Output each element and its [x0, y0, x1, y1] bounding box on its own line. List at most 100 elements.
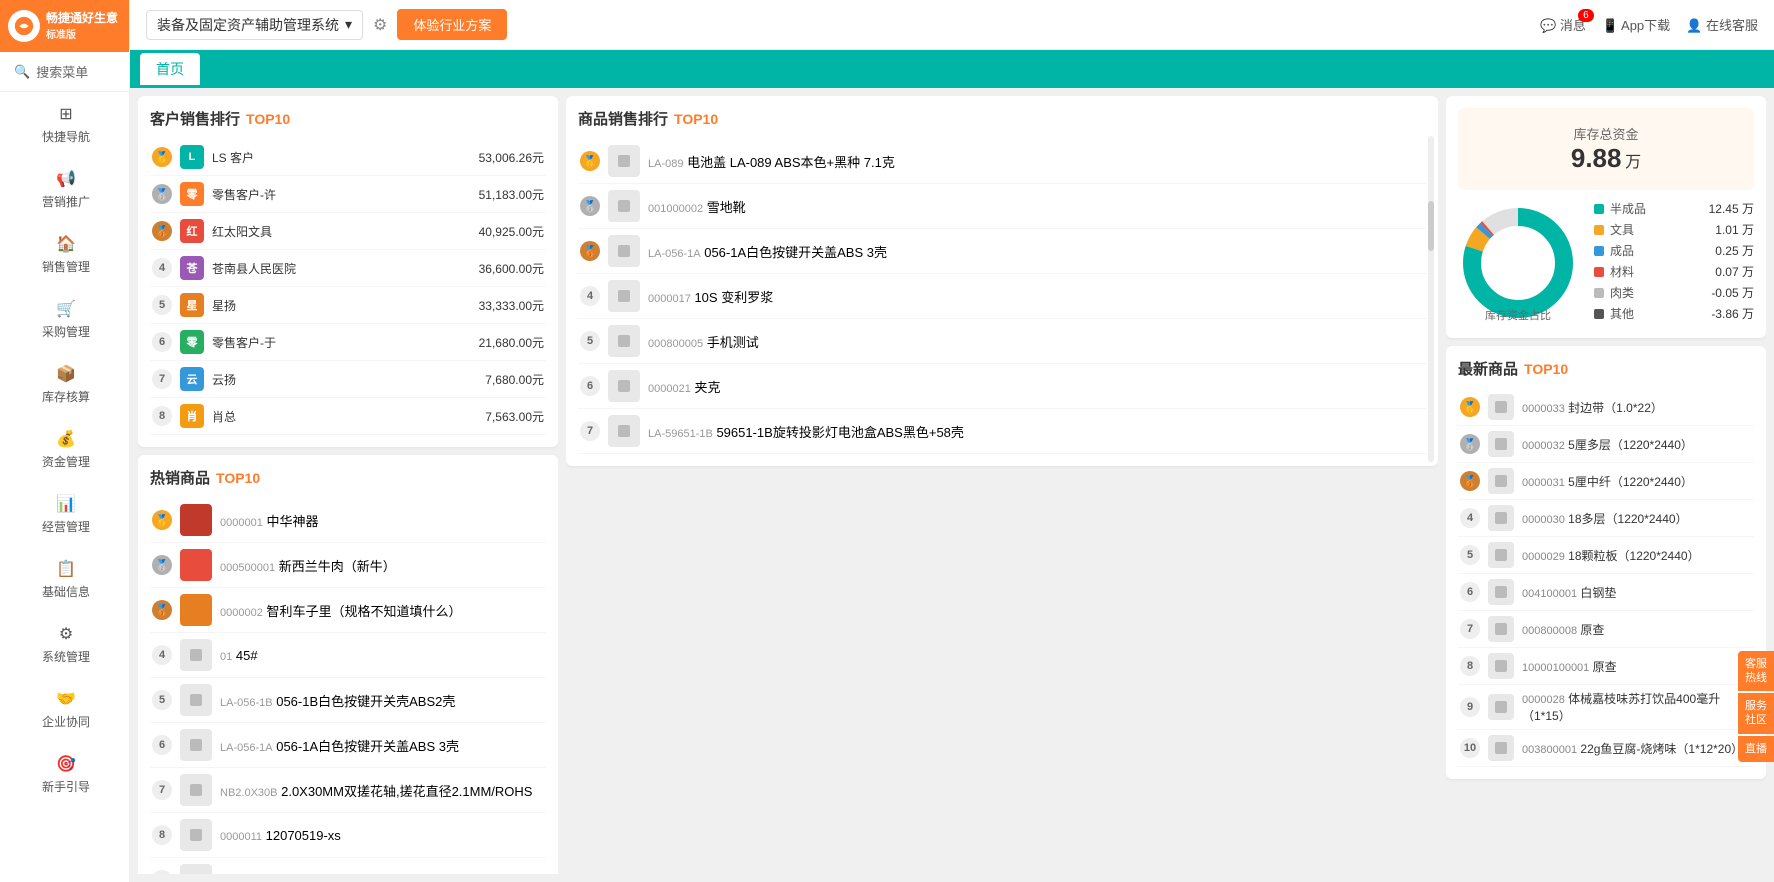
quick-nav-label: 快捷导航	[42, 128, 90, 145]
prod-icon-9	[180, 864, 212, 874]
sidebar-item-inventory[interactable]: 📦 库存核算	[0, 352, 129, 417]
sidebar-item-sales[interactable]: 🏠 销售管理	[0, 222, 129, 287]
np-info-6: 004100001 白钢垫	[1522, 584, 1752, 601]
donut-chart: 库存资金占比	[1458, 203, 1578, 323]
list-item: 7 LA-59651-1B 59651-1B旋转投影灯电池盒ABS黑色+58壳	[578, 409, 1426, 454]
app-download-label: App下载	[1621, 18, 1670, 33]
donut-chart-area: 库存资金占比 半成品 12.45 万 文具 1.01 万	[1458, 200, 1754, 326]
ps-rank-5: 5	[580, 331, 600, 351]
legend-list: 半成品 12.45 万 文具 1.01 万 成品 0.25 万	[1594, 200, 1754, 326]
prod-icon-7	[180, 774, 212, 806]
rank-item: 🥉 红 红太阳文具 40,925.00元	[150, 213, 546, 250]
scrollbar-thumb	[1428, 201, 1434, 251]
nav-items: ⊞ 快捷导航 📢 营销推广 🏠 销售管理 🛒 采购管理 📦 库存核算 💰 资金管…	[0, 92, 129, 882]
prod-img-1	[180, 504, 212, 536]
ps-rank-3: 🥉	[580, 241, 600, 261]
legend-dot-other	[1594, 309, 1604, 319]
list-item: 7 NB2.0X30B 2.0X30MM双搓花轴,搓花直径2.1MM/ROHS	[150, 768, 546, 813]
np-code-8: 10000100001	[1522, 662, 1589, 674]
rank-name-6: 零售客户-于	[212, 334, 471, 351]
ps-icon-4	[608, 280, 640, 312]
sidebar-item-finance[interactable]: 💰 资金管理	[0, 417, 129, 482]
ps-name-7: 59651-1B旋转投影灯电池盒ABS黑色+58壳	[716, 425, 963, 440]
list-item: 🥇 LA-089 电池盖 LA-089 ABS本色+黑种 7.1克	[578, 139, 1426, 184]
prod-icon-8	[180, 819, 212, 851]
np-name-3: 5厘中纤（1220*2440）	[1568, 475, 1693, 489]
list-item: 5 000800005 手机测试	[578, 319, 1426, 364]
ps-code-3: LA-056-1A	[648, 248, 701, 260]
sidebar-item-purchase[interactable]: 🛒 采购管理	[0, 287, 129, 352]
np-info-2: 0000032 5厘多层（1220*2440）	[1522, 436, 1752, 453]
prod-name-5: 056-1B白色按键开关壳ABS2壳	[276, 694, 455, 709]
list-item: 🥈 001000002 雪地靴	[578, 184, 1426, 229]
system-name: 装备及固定资产辅助管理系统	[157, 15, 339, 35]
prod-img-3	[180, 594, 212, 626]
legend-value-material: 0.07 万	[1715, 263, 1754, 280]
app-download-btn[interactable]: 📱 App下载	[1602, 15, 1670, 34]
legend-dot-finished	[1594, 246, 1604, 256]
inventory-label: 库存核算	[42, 388, 90, 405]
notifications-btn[interactable]: 💬 消息 6	[1540, 15, 1586, 34]
prod-info-8: 0000011 12070519-xs	[220, 828, 544, 843]
list-item: 10 003800001 22g鱼豆腐-烧烤味（1*12*20）	[1458, 730, 1754, 767]
trial-button[interactable]: 体验行业方案	[397, 9, 507, 40]
float-customer-service[interactable]: 客服热线	[1738, 651, 1774, 692]
operations-icon: 📊	[56, 494, 76, 514]
np-name-4: 18多层（1220*2440）	[1568, 512, 1687, 526]
prod-name-9: 花语萌恒温分罐罐桶（厚款）	[295, 874, 464, 875]
sidebar-item-marketing[interactable]: 📢 营销推广	[0, 157, 129, 222]
scrollbar[interactable]	[1428, 136, 1434, 462]
np-name-10: 22g鱼豆腐-烧烤味（1*12*20）	[1580, 742, 1743, 756]
float-service-community[interactable]: 服务社区	[1738, 693, 1774, 734]
np-code-3: 0000031	[1522, 477, 1565, 489]
prod-info-3: 0000002 智利车子里（规格不知道填什么）	[220, 601, 544, 620]
rank-name-5: 星扬	[212, 297, 471, 314]
ps-code-1: LA-089	[648, 158, 683, 170]
tab-home[interactable]: 首页	[140, 53, 200, 85]
finance-icon: 💰	[56, 429, 76, 449]
donut-svg	[1458, 203, 1578, 323]
online-service-btn[interactable]: 👤 在线客服	[1686, 15, 1758, 34]
np-rank-3: 🥉	[1460, 471, 1480, 491]
np-icon-4	[1488, 505, 1514, 531]
hot-products-label: 热销商品	[150, 467, 210, 488]
rank-num-6: 6	[152, 332, 172, 352]
np-code-6: 004100001	[1522, 588, 1577, 600]
np-code-10: 003800001	[1522, 744, 1577, 756]
rank-value-6: 21,680.00元	[479, 334, 544, 351]
legend-value-stationery: 1.01 万	[1715, 221, 1754, 238]
ps-rank-7: 7	[580, 421, 600, 441]
inventory-title: 库存总资金	[1573, 127, 1638, 142]
np-rank-2: 🥈	[1460, 434, 1480, 454]
sidebar-item-operations[interactable]: 📊 经营管理	[0, 482, 129, 547]
legend-dot-material	[1594, 267, 1604, 277]
legend-item: 成品 0.25 万	[1594, 242, 1754, 259]
float-live[interactable]: 直播	[1738, 736, 1774, 762]
np-rank-8: 8	[1460, 656, 1480, 676]
inventory-value: 9.88	[1571, 143, 1622, 173]
customer-ranking-top10: TOP10	[246, 111, 290, 127]
sidebar-item-guide[interactable]: 🎯 新手引导	[0, 742, 129, 807]
ps-code-2: 001000002	[648, 203, 703, 215]
product-sales-list: 🥇 LA-089 电池盖 LA-089 ABS本色+黑种 7.1克 🥈	[578, 139, 1426, 454]
prod-code-6: LA-056-1A	[220, 742, 273, 754]
sidebar-item-system[interactable]: ⚙ 系统管理	[0, 612, 129, 677]
settings-icon[interactable]: ⚙	[373, 15, 387, 35]
sidebar-logo: 畅捷通好生意 标准版	[0, 0, 129, 52]
sidebar-item-basic-info[interactable]: 📋 基础信息	[0, 547, 129, 612]
sidebar-item-coop[interactable]: 🤝 企业协同	[0, 677, 129, 742]
hot-products-list: 🥇 0000001 中华神器 🥈 000500001 新西兰牛肉（新牛）	[150, 498, 546, 874]
sidebar-item-quick-nav[interactable]: ⊞ 快捷导航	[0, 92, 129, 157]
ps-code-6: 0000021	[648, 383, 691, 395]
list-item: 6 004100001 白钢垫	[1458, 574, 1754, 611]
prod-code-5: LA-056-1B	[220, 697, 273, 709]
np-code-1: 0000033	[1522, 403, 1565, 415]
notification-icon: 💬	[1540, 18, 1556, 33]
np-name-7: 原查	[1580, 623, 1604, 637]
ps-rank-6: 6	[580, 376, 600, 396]
legend-name-semifinished: 半成品	[1610, 200, 1703, 217]
np-info-3: 0000031 5厘中纤（1220*2440）	[1522, 473, 1752, 490]
search-menu-item[interactable]: 🔍 搜索菜单	[0, 52, 129, 92]
system-selector[interactable]: 装备及固定资产辅助管理系统 ▾	[146, 10, 363, 40]
ps-info-1: LA-089 电池盖 LA-089 ABS本色+黑种 7.1克	[648, 152, 1424, 171]
